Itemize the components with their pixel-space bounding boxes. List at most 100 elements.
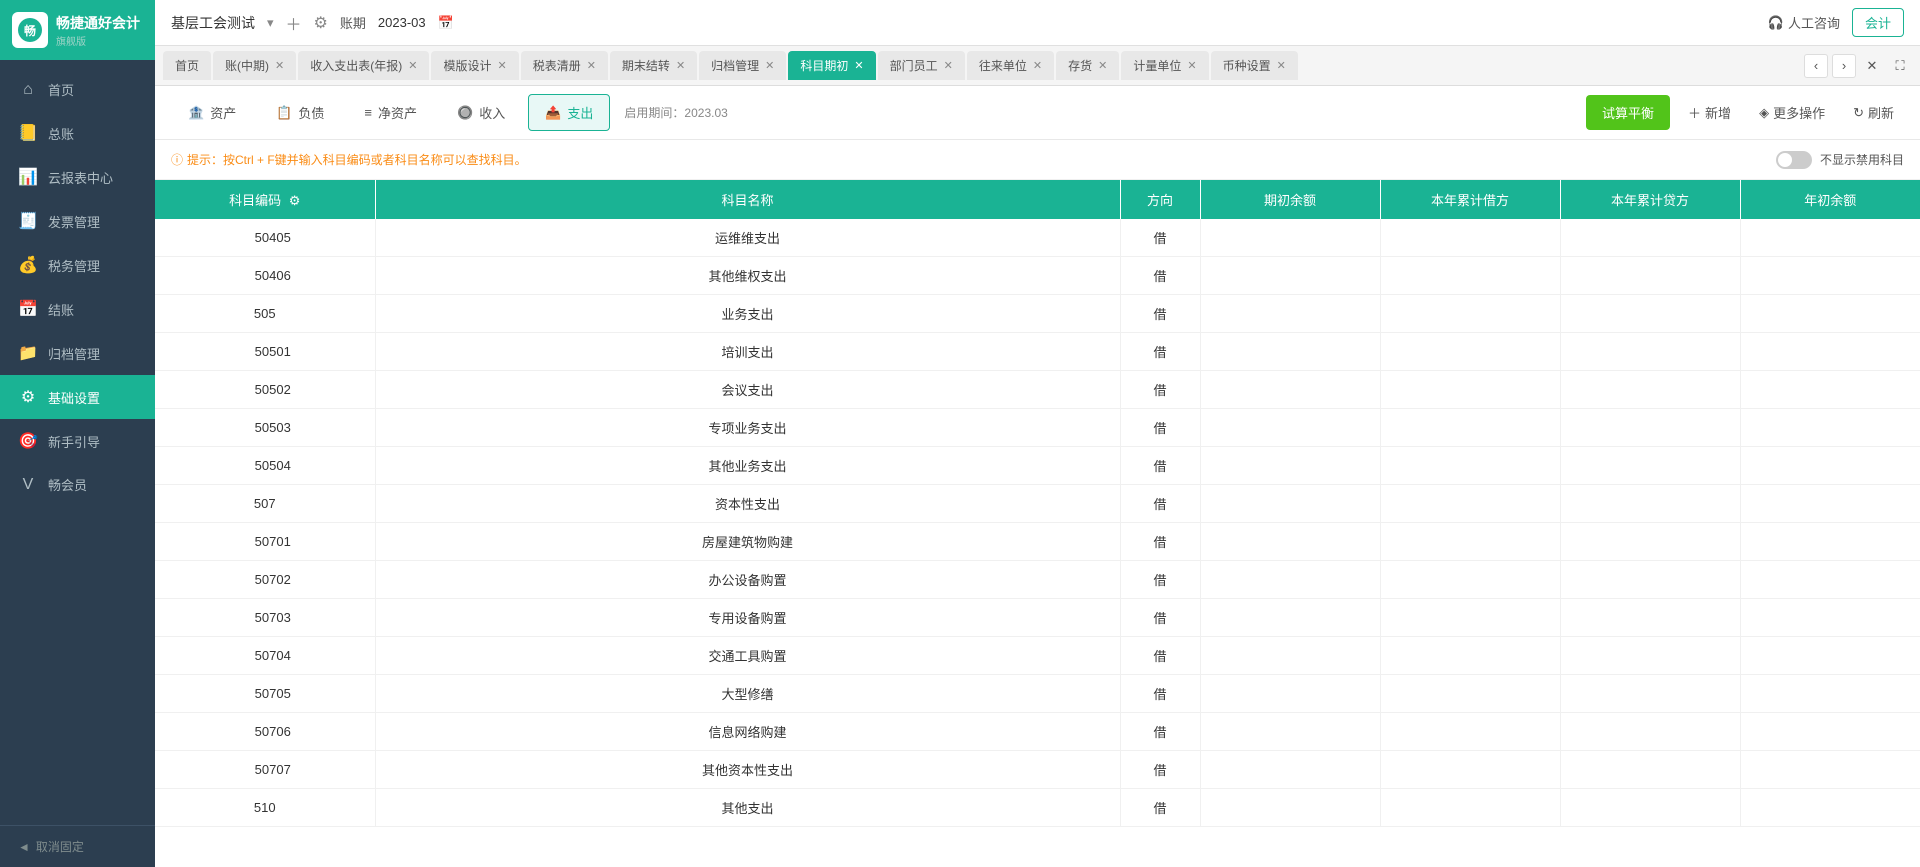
cell-debit-15 xyxy=(1380,789,1560,827)
tab-archive-close[interactable]: ✕ xyxy=(765,59,774,72)
tab-interim[interactable]: 账(中期)✕ xyxy=(213,51,296,80)
tab-inventory-close[interactable]: ✕ xyxy=(1098,59,1107,72)
tab-income[interactable]: 收入支出表(年报)✕ xyxy=(298,51,429,80)
cell-direction-9: 借 xyxy=(1120,561,1200,599)
cell-code-1: 50406 xyxy=(155,257,375,295)
table-row[interactable]: 50701 房屋建筑物购建 借 xyxy=(155,523,1920,561)
tab-scroll-right-button[interactable]: › xyxy=(1832,54,1856,78)
tab-subject-period-close[interactable]: ✕ xyxy=(854,59,863,72)
sidebar-label-reports: 云报表中心 xyxy=(48,168,113,187)
company-dropdown-arrow[interactable]: ▾ xyxy=(267,15,274,31)
archive_mgmt-icon: 📁 xyxy=(18,343,38,363)
table-row[interactable]: 50707 其他资本性支出 借 xyxy=(155,751,1920,789)
tab-unit[interactable]: 计量单位✕ xyxy=(1121,51,1208,80)
table-row[interactable]: 50705 大型修缮 借 xyxy=(155,675,1920,713)
account-type-button[interactable]: 会计 xyxy=(1852,8,1904,37)
sidebar-item-member[interactable]: V 畅会员 xyxy=(0,463,155,506)
warning-icon: ⓘ xyxy=(171,151,183,168)
sidebar-item-ledger[interactable]: 📒 总账 xyxy=(0,111,155,155)
tab-tax[interactable]: 税表清册✕ xyxy=(521,51,608,80)
table-row[interactable]: 50706 信息网络购建 借 xyxy=(155,713,1920,751)
period-label: 账期 xyxy=(340,13,366,32)
sidebar-collapse-button[interactable]: ◄ 取消固定 xyxy=(0,825,155,867)
table-row[interactable]: 510 其他支出 借 xyxy=(155,789,1920,827)
cell-credit-3 xyxy=(1560,333,1740,371)
table-row[interactable]: 50502 会议支出 借 xyxy=(155,371,1920,409)
tab-income-close[interactable]: ✕ xyxy=(408,59,417,72)
table-row[interactable]: 50405 运维维支出 借 xyxy=(155,219,1920,257)
trial-balance-button[interactable]: 试算平衡 xyxy=(1586,95,1670,130)
company-settings-icon[interactable]: ⚙ xyxy=(314,13,328,33)
table-row[interactable]: 50504 其他业务支出 借 xyxy=(155,447,1920,485)
calendar-icon[interactable]: 📅 xyxy=(438,15,454,31)
sub-tab-liability[interactable]: 📋 负债 xyxy=(259,94,341,131)
tab-scroll-left-button[interactable]: ‹ xyxy=(1804,54,1828,78)
column-settings-icon[interactable]: ⚙ xyxy=(289,193,301,209)
tab-inventory[interactable]: 存货✕ xyxy=(1056,51,1119,80)
table-row[interactable]: 50501 培训支出 借 xyxy=(155,333,1920,371)
tab-home[interactable]: 首页 xyxy=(163,51,211,80)
add-company-button[interactable]: ＋ xyxy=(286,11,302,35)
table-row[interactable]: 507 资本性支出 借 xyxy=(155,485,1920,523)
sidebar-item-invoice[interactable]: 🧾 发票管理 xyxy=(0,199,155,243)
tab-unit-close[interactable]: ✕ xyxy=(1187,59,1196,72)
tab-fullscreen-button[interactable]: ⛶ xyxy=(1888,54,1912,78)
hint-content: 提示：按Ctrl + F键并输入科目编码或者科目名称可以查找科目。 xyxy=(187,151,527,168)
tab-period-end[interactable]: 期末结转 ✕ xyxy=(610,51,697,80)
toggle-knob xyxy=(1778,153,1792,167)
ledger-icon: 📒 xyxy=(18,123,38,143)
tab-interim-close[interactable]: ✕ xyxy=(275,59,284,72)
cell-credit-14 xyxy=(1560,751,1740,789)
more-actions-button[interactable]: ◈ 更多操作 xyxy=(1749,97,1835,128)
tab-template[interactable]: 模版设计✕ xyxy=(431,51,518,80)
tab-partner-close[interactable]: ✕ xyxy=(1033,59,1042,72)
hint-text: ⓘ 提示：按Ctrl + F键并输入科目编码或者科目名称可以查找科目。 xyxy=(171,151,527,168)
tab-partner[interactable]: 往来单位✕ xyxy=(967,51,1054,80)
cell-year-balance-4 xyxy=(1740,371,1920,409)
help-button[interactable]: 🎧 人工咨询 xyxy=(1768,13,1840,32)
refresh-button[interactable]: ↻ 刷新 xyxy=(1843,97,1904,128)
cell-year-balance-14 xyxy=(1740,751,1920,789)
cell-period-balance-0 xyxy=(1200,219,1380,257)
cell-period-balance-3 xyxy=(1200,333,1380,371)
tab-period-end-label: 期末结转 xyxy=(622,57,670,74)
member-icon: V xyxy=(18,476,38,494)
tab-period-end-close[interactable]: ✕ xyxy=(676,59,685,72)
company-name: 基层工会测试 xyxy=(171,13,255,33)
sub-tab-expense[interactable]: 📤 支出 xyxy=(528,94,610,131)
sidebar-item-checkout[interactable]: 📅 结账 xyxy=(0,287,155,331)
cell-period-balance-5 xyxy=(1200,409,1380,447)
hint-row: ⓘ 提示：按Ctrl + F键并输入科目编码或者科目名称可以查找科目。 不显示禁… xyxy=(155,140,1920,180)
cell-name-1: 其他维权支出 xyxy=(375,257,1120,295)
disabled-subject-toggle[interactable] xyxy=(1776,151,1812,169)
sub-tab-income[interactable]: 🔘 收入 xyxy=(440,94,522,131)
table-row[interactable]: 50406 其他维权支出 借 xyxy=(155,257,1920,295)
sub-tab-equity[interactable]: ≡ 净资产 xyxy=(347,94,434,131)
sidebar-item-archive_mgmt[interactable]: 📁 归档管理 xyxy=(0,331,155,375)
tab-department-close[interactable]: ✕ xyxy=(944,59,953,72)
sub-tab-asset[interactable]: 🏦 资产 xyxy=(171,94,253,131)
sidebar-item-tax_mgmt[interactable]: 💰 税务管理 xyxy=(0,243,155,287)
table-row[interactable]: 505 业务支出 借 xyxy=(155,295,1920,333)
sidebar-item-home[interactable]: ⌂ 首页 xyxy=(0,68,155,111)
tab-subject-period[interactable]: 科目期初✕ xyxy=(788,51,875,80)
tab-department[interactable]: 部门员工✕ xyxy=(878,51,965,80)
tab-currency-close[interactable]: ✕ xyxy=(1277,59,1286,72)
tab-archive[interactable]: 归档管理✕ xyxy=(699,51,786,80)
table-row[interactable]: 50503 专项业务支出 借 xyxy=(155,409,1920,447)
sidebar-item-reports[interactable]: 📊 云报表中心 xyxy=(0,155,155,199)
cell-period-balance-6 xyxy=(1200,447,1380,485)
tab-currency[interactable]: 币种设置✕ xyxy=(1211,51,1298,80)
add-button[interactable]: ＋ 新增 xyxy=(1678,97,1741,128)
cell-direction-8: 借 xyxy=(1120,523,1200,561)
tab-close-all-button[interactable]: ✕ xyxy=(1860,54,1884,78)
cell-period-balance-12 xyxy=(1200,675,1380,713)
table-row[interactable]: 50704 交通工具购置 借 xyxy=(155,637,1920,675)
table-row[interactable]: 50703 专用设备购置 借 xyxy=(155,599,1920,637)
sidebar-item-guide[interactable]: 🎯 新手引导 xyxy=(0,419,155,463)
table-row[interactable]: 50702 办公设备购置 借 xyxy=(155,561,1920,599)
asset-icon: 🏦 xyxy=(188,105,204,121)
tab-template-close[interactable]: ✕ xyxy=(497,59,506,72)
tab-tax-close[interactable]: ✕ xyxy=(587,59,596,72)
sidebar-item-settings[interactable]: ⚙ 基础设置 xyxy=(0,375,155,419)
